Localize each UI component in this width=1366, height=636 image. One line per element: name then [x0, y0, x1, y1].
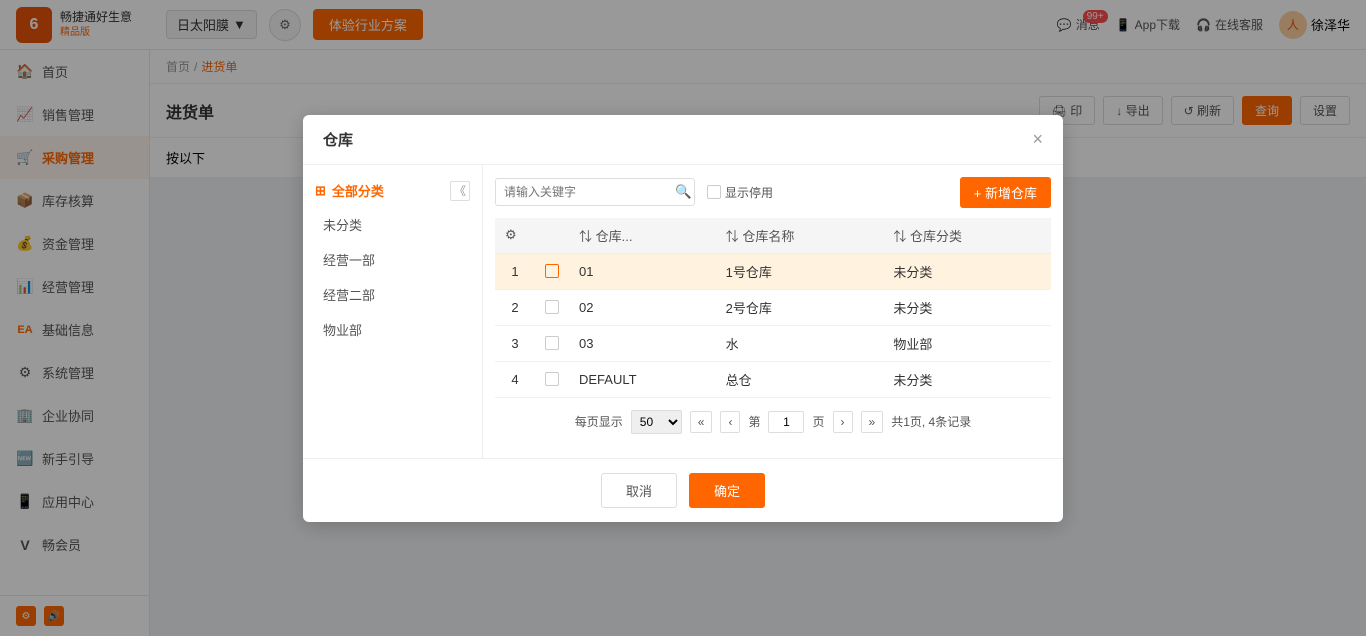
new-warehouse-button[interactable]: + 新增仓库 — [960, 177, 1051, 208]
row-checkbox[interactable] — [535, 253, 569, 289]
row-category: 物业部 — [883, 325, 1051, 361]
row-name: 2号仓库 — [716, 289, 884, 325]
col-header-check — [535, 218, 569, 254]
table-row[interactable]: 4 DEFAULT 总仓 未分类 — [495, 361, 1051, 397]
row-code: DEFAULT — [569, 361, 716, 397]
row-code: 03 — [569, 325, 716, 361]
modal-footer: 取消 确定 — [303, 458, 1063, 522]
per-page-select[interactable]: 50 100 200 — [631, 410, 682, 434]
confirm-button[interactable]: 确定 — [689, 473, 765, 508]
row-name: 总仓 — [716, 361, 884, 397]
next-page-button[interactable]: › — [833, 411, 853, 433]
table-header-row: ⚙ ⇅ 仓库... ⇅ 仓库名称 — [495, 218, 1051, 254]
first-page-button[interactable]: « — [690, 411, 713, 433]
col-header-category: ⇅ 仓库分类 — [883, 218, 1051, 254]
warehouse-table: ⚙ ⇅ 仓库... ⇅ 仓库名称 — [495, 218, 1051, 398]
row-category: 未分类 — [883, 253, 1051, 289]
row-code: 01 — [569, 253, 716, 289]
row-num: 3 — [495, 325, 535, 361]
table-row[interactable]: 1 01 1号仓库 未分类 — [495, 253, 1051, 289]
col-header-gear: ⚙ — [495, 218, 535, 254]
category-panel: ⊞ 全部分类 《 未分类 经营一部 经营二部 物业部 — [303, 165, 483, 458]
search-icon: 🔍 — [675, 184, 692, 199]
row-num: 4 — [495, 361, 535, 397]
search-button[interactable]: 🔍 — [667, 179, 695, 205]
prev-page-button[interactable]: ‹ — [720, 411, 740, 433]
warehouse-modal: 仓库 × ⊞ 全部分类 《 未分类 经营一部 经营二部 物业部 — [303, 115, 1063, 522]
sort-name-icon: ⇅ — [726, 229, 739, 244]
table-toolbar: 🔍 显示停用 + 新增仓库 — [495, 177, 1051, 208]
sort-cat-icon: ⇅ — [893, 229, 906, 244]
collapse-button[interactable]: 《 — [450, 181, 470, 201]
modal-header: 仓库 × — [303, 115, 1063, 165]
show-disabled-checkbox[interactable] — [707, 185, 721, 199]
category-item-unclassified[interactable]: 未分类 — [303, 207, 482, 242]
modal-title: 仓库 — [323, 129, 353, 150]
pagination: 每页显示 50 100 200 « ‹ 第 页 › » 共1页, 4条记录 — [495, 398, 1051, 446]
col-header-code: ⇅ 仓库... — [569, 218, 716, 254]
row-name: 水 — [716, 325, 884, 361]
row-checkbox[interactable] — [535, 325, 569, 361]
category-header: ⊞ 全部分类 《 — [303, 175, 482, 207]
category-item-dept1[interactable]: 经营一部 — [303, 242, 482, 277]
col-header-name: ⇅ 仓库名称 — [716, 218, 884, 254]
modal-overlay[interactable]: 仓库 × ⊞ 全部分类 《 未分类 经营一部 经营二部 物业部 — [0, 0, 1366, 636]
search-box: 🔍 — [495, 178, 695, 206]
show-disabled-option[interactable]: 显示停用 — [707, 184, 773, 201]
last-page-button[interactable]: » — [861, 411, 884, 433]
row-category: 未分类 — [883, 361, 1051, 397]
row-category: 未分类 — [883, 289, 1051, 325]
table-row[interactable]: 3 03 水 物业部 — [495, 325, 1051, 361]
modal-body: ⊞ 全部分类 《 未分类 经营一部 经营二部 物业部 — [303, 165, 1063, 458]
row-code: 02 — [569, 289, 716, 325]
table-panel: 🔍 显示停用 + 新增仓库 ⚙ — [483, 165, 1063, 458]
category-item-property[interactable]: 物业部 — [303, 312, 482, 347]
category-all-button[interactable]: ⊞ 全部分类 — [315, 181, 384, 200]
row-name: 1号仓库 — [716, 253, 884, 289]
row-num: 2 — [495, 289, 535, 325]
category-item-dept2[interactable]: 经营二部 — [303, 277, 482, 312]
page-number-input[interactable] — [768, 411, 804, 433]
table-row[interactable]: 2 02 2号仓库 未分类 — [495, 289, 1051, 325]
row-checkbox[interactable] — [535, 289, 569, 325]
cancel-button[interactable]: 取消 — [601, 473, 677, 508]
close-button[interactable]: × — [1032, 129, 1043, 150]
search-input[interactable] — [496, 180, 667, 204]
sort-icon: ⇅ — [579, 229, 592, 244]
row-checkbox[interactable] — [535, 361, 569, 397]
gear-col-icon: ⚙ — [505, 227, 517, 242]
row-num: 1 — [495, 253, 535, 289]
grid-icon: ⊞ — [315, 183, 326, 199]
